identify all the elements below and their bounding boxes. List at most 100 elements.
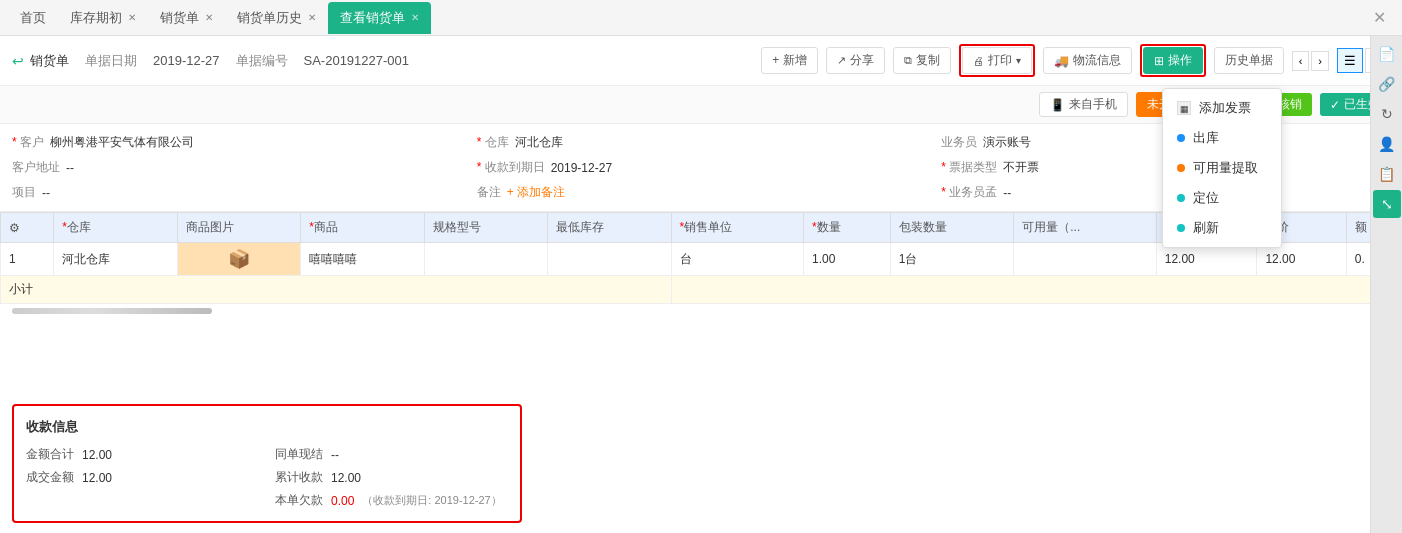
due-date-row: 收款到期日 2019-12-27 bbox=[477, 159, 926, 176]
owe-row: 本单欠款 0.00 （收款到期日: 2019-12-27） bbox=[275, 492, 508, 509]
operation-button[interactable]: ⊞ 操作 bbox=[1143, 47, 1203, 74]
tab-close-view-sales[interactable]: ✕ bbox=[411, 12, 419, 23]
available-qty-dot bbox=[1177, 164, 1185, 172]
row-image: 📦 bbox=[177, 243, 300, 276]
row-available bbox=[1014, 243, 1157, 276]
document-header: ↩ 销货单 单据日期 2019-12-27 单据编号 SA-20191227-0… bbox=[0, 36, 1402, 86]
sidebar-doc-icon[interactable]: 📄 bbox=[1373, 40, 1401, 68]
owe-label: 本单欠款 bbox=[275, 492, 323, 509]
add-note-button[interactable]: + 添加备注 bbox=[507, 184, 565, 201]
tab-close-inventory[interactable]: ✕ bbox=[128, 12, 136, 23]
col-warehouse: *仓库 bbox=[54, 213, 177, 243]
new-button[interactable]: + 新增 bbox=[761, 47, 817, 74]
row-num: 1 bbox=[1, 243, 54, 276]
staff2-value: -- bbox=[1003, 186, 1011, 200]
tab-view-sales[interactable]: 查看销货单 ✕ bbox=[328, 2, 431, 34]
staff2-label: 业务员孟 bbox=[941, 184, 997, 201]
cumulative-value: 12.00 bbox=[331, 471, 361, 485]
col-available: 可用量（... bbox=[1014, 213, 1157, 243]
customer-row: 客户 柳州粤港平安气体有限公司 bbox=[12, 134, 461, 151]
tab-sales-history[interactable]: 销货单历史 ✕ bbox=[225, 2, 328, 34]
subtotal-label: 小计 bbox=[1, 276, 672, 304]
tab-sales[interactable]: 销货单 ✕ bbox=[148, 2, 225, 34]
logistics-button[interactable]: 🚚 物流信息 bbox=[1043, 47, 1132, 74]
print-dropdown-arrow[interactable]: ▾ bbox=[1016, 55, 1021, 66]
row-pack-qty: 1台 bbox=[890, 243, 1013, 276]
owe-value: 0.00 bbox=[331, 494, 354, 508]
operation-dropdown: ▦ 添加发票 出库 可用量提取 定位 刷新 bbox=[1162, 88, 1282, 248]
sidebar-list-icon[interactable]: 📋 bbox=[1373, 160, 1401, 188]
payment-section: 收款信息 金额合计 12.00 同单现结 -- 成交金额 12.00 累计收款 … bbox=[12, 404, 522, 523]
col-qty: *数量 bbox=[803, 213, 890, 243]
col-pack-qty: 包装数量 bbox=[890, 213, 1013, 243]
tab-close-sales[interactable]: ✕ bbox=[205, 12, 213, 23]
scroll-bar[interactable] bbox=[12, 308, 212, 314]
address-label: 客户地址 bbox=[12, 159, 60, 176]
transaction-label: 成交金额 bbox=[26, 469, 74, 486]
next-button[interactable]: › bbox=[1311, 51, 1329, 71]
row-product: 嘻嘻嘻嘻 bbox=[301, 243, 424, 276]
print-icon: 🖨 bbox=[973, 55, 984, 67]
prev-button[interactable]: ‹ bbox=[1292, 51, 1310, 71]
dropdown-location[interactable]: 定位 bbox=[1163, 183, 1281, 213]
tab-home[interactable]: 首页 bbox=[8, 2, 58, 34]
sidebar-expand-icon[interactable]: ⤡ bbox=[1373, 190, 1401, 218]
subtotal-empty bbox=[671, 276, 1401, 304]
dropdown-refresh[interactable]: 刷新 bbox=[1163, 213, 1281, 243]
history-button[interactable]: 历史单据 bbox=[1214, 47, 1284, 74]
warehouse-row: 仓库 河北仓库 bbox=[477, 134, 926, 151]
list-view-button[interactable]: ☰ bbox=[1337, 48, 1363, 73]
project-value: -- bbox=[42, 186, 50, 200]
payment-title: 收款信息 bbox=[26, 418, 508, 436]
customer-label: 客户 bbox=[12, 134, 44, 151]
col-gear[interactable]: ⚙ bbox=[1, 213, 54, 243]
share-button[interactable]: ↗ 分享 bbox=[826, 47, 885, 74]
copy-button[interactable]: ⧉ 复制 bbox=[893, 47, 951, 74]
note-label: 备注 bbox=[477, 184, 501, 201]
date-value: 2019-12-27 bbox=[153, 53, 220, 68]
dropdown-outbound[interactable]: 出库 bbox=[1163, 123, 1281, 153]
project-label: 项目 bbox=[12, 184, 36, 201]
share-icon: ↗ bbox=[837, 54, 846, 67]
warehouse-value: 河北仓库 bbox=[515, 134, 563, 151]
refresh-dot bbox=[1177, 224, 1185, 232]
address-value: -- bbox=[66, 161, 74, 175]
col-min-stock: 最低库存 bbox=[548, 213, 671, 243]
phone-icon: 📱 bbox=[1050, 98, 1065, 112]
doc-title-text: 销货单 bbox=[30, 52, 69, 70]
window-close-button[interactable]: ✕ bbox=[1365, 8, 1394, 27]
sales-order-icon: ↩ bbox=[12, 53, 24, 69]
row-qty: 1.00 bbox=[803, 243, 890, 276]
due-date-label: 收款到期日 bbox=[477, 159, 545, 176]
document-title: ↩ 销货单 bbox=[12, 52, 69, 70]
project-row: 项目 -- bbox=[12, 184, 461, 201]
col-unit: *销售单位 bbox=[671, 213, 803, 243]
sidebar-user-icon[interactable]: 👤 bbox=[1373, 130, 1401, 158]
transaction-row: 成交金额 12.00 bbox=[26, 469, 259, 486]
document-actions: + 新增 ↗ 分享 ⧉ 复制 🖨 打印 ▾ bbox=[761, 44, 1390, 77]
dropdown-available-qty[interactable]: 可用量提取 bbox=[1163, 153, 1281, 183]
payment-grid: 金额合计 12.00 同单现结 -- 成交金额 12.00 累计收款 12.00 bbox=[26, 446, 508, 509]
sidebar-refresh-icon[interactable]: ↻ bbox=[1373, 100, 1401, 128]
sidebar-link-icon[interactable]: 🔗 bbox=[1373, 70, 1401, 98]
ticket-type-label: 票据类型 bbox=[941, 159, 997, 176]
dropdown-add-invoice[interactable]: ▦ 添加发票 bbox=[1163, 93, 1281, 123]
transaction-value: 12.00 bbox=[82, 471, 112, 485]
same-bill-label: 同单现结 bbox=[275, 446, 323, 463]
from-phone-button[interactable]: 📱 来自手机 bbox=[1039, 92, 1128, 117]
operation-highlight-box: ⊞ 操作 bbox=[1140, 44, 1206, 77]
location-dot bbox=[1177, 194, 1185, 202]
print-button[interactable]: 🖨 打印 ▾ bbox=[962, 47, 1032, 74]
tab-inventory[interactable]: 库存期初 ✕ bbox=[58, 2, 148, 34]
number-label: 单据编号 bbox=[236, 52, 288, 70]
tab-close-sales-history[interactable]: ✕ bbox=[308, 12, 316, 23]
due-date-value: 2019-12-27 bbox=[551, 161, 612, 175]
invoice-icon: ▦ bbox=[1177, 101, 1191, 115]
cumulative-label: 累计收款 bbox=[275, 469, 323, 486]
ticket-type-value: 不开票 bbox=[1003, 159, 1039, 176]
row-warehouse: 河北仓库 bbox=[54, 243, 177, 276]
tab-bar: 首页 库存期初 ✕ 销货单 ✕ 销货单历史 ✕ 查看销货单 ✕ ✕ bbox=[0, 0, 1402, 36]
staff-label: 业务员 bbox=[941, 134, 977, 151]
operation-grid-icon: ⊞ bbox=[1154, 54, 1164, 68]
logistics-icon: 🚚 bbox=[1054, 54, 1069, 68]
